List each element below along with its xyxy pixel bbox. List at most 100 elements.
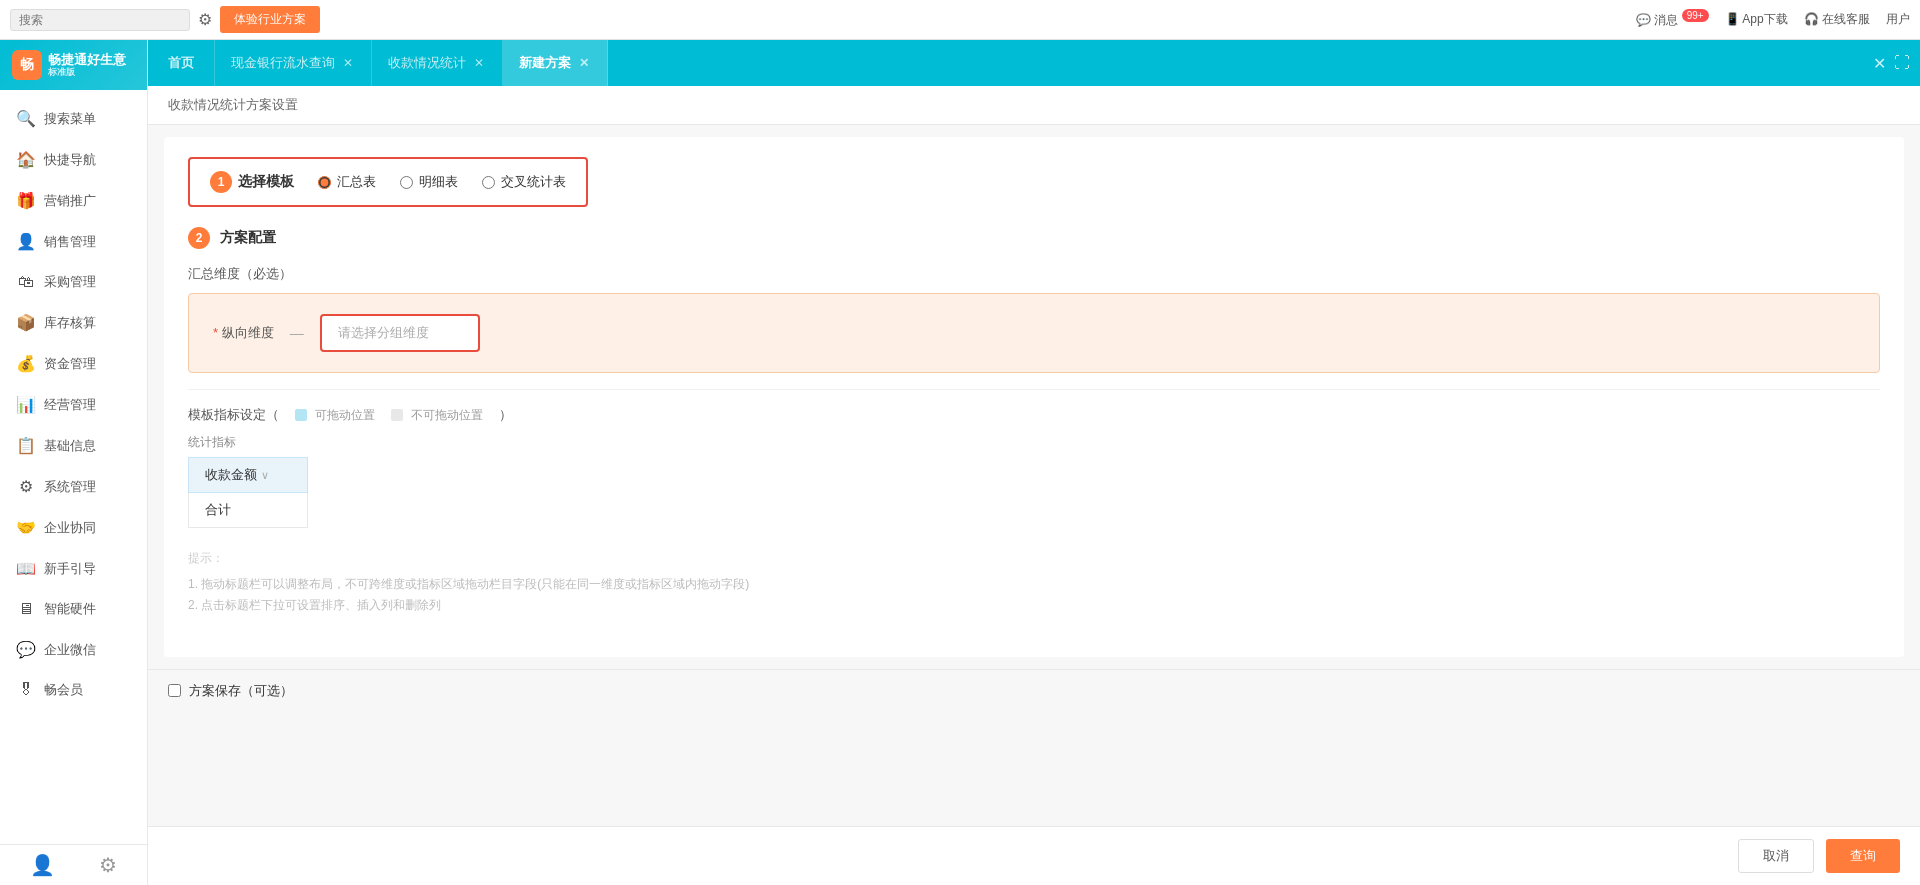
sidebar-item-hardware[interactable]: 🖥 智能硬件 (0, 589, 147, 629)
sidebar-item-label: 经营管理 (44, 396, 96, 414)
stat-header-cell[interactable]: 收款金额 ∨ (188, 457, 308, 493)
sidebar-bottom-icon-1[interactable]: 👤 (30, 853, 55, 877)
cancel-button[interactable]: 取消 (1738, 839, 1814, 873)
online-support[interactable]: 🎧 在线客服 (1804, 11, 1870, 28)
sidebar-item-guide[interactable]: 📖 新手引导 (0, 548, 147, 589)
save-checkbox[interactable] (168, 684, 181, 697)
logo-icon: 畅 (12, 50, 42, 80)
legend-fixed-dot (391, 409, 403, 421)
stat-indicators-label: 统计指标 (188, 434, 1880, 451)
dimension-area: * 纵向维度 — 请选择分组维度 (188, 293, 1880, 373)
tab-maximize-icon[interactable]: ⛶ (1894, 54, 1910, 72)
sales-icon: 👤 (16, 232, 36, 251)
sidebar-item-cooperation[interactable]: 🤝 企业协同 (0, 507, 147, 548)
metric-settings-section: 模板指标设定（ 可拖动位置 不可拖动位置 ） (188, 406, 1880, 528)
stat-table: 统计指标 收款金额 ∨ 合计 (188, 434, 1880, 528)
tip-item-1: 1. 拖动标题栏可以调整布局，不可跨维度或指标区域拖动栏目字段(只能在同一维度或… (188, 574, 1880, 596)
sidebar-item-sales[interactable]: 👤 销售管理 (0, 221, 147, 262)
basic-info-icon: 📋 (16, 436, 36, 455)
step1-section: 1 选择模板 汇总表 明细表 (188, 157, 1880, 207)
wechat-icon: 💬 (16, 640, 36, 659)
member-icon: 🎖 (16, 681, 36, 699)
sidebar: 畅 畅捷通好生意 标准版 🔍 搜索菜单 🏠 快捷导航 🎁 营销推广 👤 销售管理 (0, 40, 148, 885)
main-layout: 畅 畅捷通好生意 标准版 🔍 搜索菜单 🏠 快捷导航 🎁 营销推广 👤 销售管理 (0, 40, 1920, 885)
tab-bar-actions: ✕ ⛶ (1863, 40, 1920, 86)
sidebar-item-label: 销售管理 (44, 233, 96, 251)
sidebar-item-finance[interactable]: 💰 资金管理 (0, 343, 147, 384)
app-download[interactable]: 📱 App下载 (1725, 11, 1788, 28)
sidebar-bottom-icon-2[interactable]: ⚙ (99, 853, 117, 877)
tab-new-plan-close[interactable]: ✕ (577, 54, 591, 72)
sidebar-nav: 🔍 搜索菜单 🏠 快捷导航 🎁 营销推广 👤 销售管理 🛍 采购管理 📦 (0, 90, 147, 844)
sidebar-item-label: 搜索菜单 (44, 110, 96, 128)
notification-item[interactable]: 💬 消息 99+ (1636, 10, 1709, 29)
inventory-icon: 📦 (16, 313, 36, 332)
industry-btn[interactable]: 体验行业方案 (220, 6, 320, 33)
tab-new-plan[interactable]: 新建方案 ✕ (503, 40, 608, 86)
finance-icon: 💰 (16, 354, 36, 373)
sidebar-item-label: 企业协同 (44, 519, 96, 537)
search-menu-icon: 🔍 (16, 109, 36, 128)
step2-title: 方案配置 (220, 229, 276, 247)
sidebar-item-label: 系统管理 (44, 478, 96, 496)
sidebar-item-inventory[interactable]: 📦 库存核算 (0, 302, 147, 343)
sidebar-item-system[interactable]: ⚙ 系统管理 (0, 466, 147, 507)
user-info[interactable]: 用户 (1886, 11, 1910, 28)
top-search-input[interactable] (10, 9, 190, 31)
sidebar-bottom: 👤 ⚙ (0, 844, 147, 885)
column-header-dropdown-icon[interactable]: ∨ (261, 469, 269, 482)
legend-draggable-dot (295, 409, 307, 421)
purchase-icon: 🛍 (16, 273, 36, 291)
sidebar-item-basic-info[interactable]: 📋 基础信息 (0, 425, 147, 466)
gear-icon[interactable]: ⚙ (198, 10, 212, 29)
top-bar: ⚙ 体验行业方案 💬 消息 99+ 📱 App下载 🎧 在线客服 用户 (0, 0, 1920, 40)
top-bar-left: ⚙ 体验行业方案 (10, 6, 320, 33)
step1-header: 1 选择模板 汇总表 明细表 (188, 157, 1880, 207)
sidebar-item-label: 企业微信 (44, 641, 96, 659)
sidebar-item-wechat[interactable]: 💬 企业微信 (0, 629, 147, 670)
metric-legend-fixed: 不可拖动位置 (391, 407, 483, 424)
tip-item-2: 2. 点击标题栏下拉可设置排序、插入列和删除列 (188, 595, 1880, 617)
template-cross-radio[interactable]: 交叉统计表 (482, 173, 566, 191)
dimension-arrow-icon: — (290, 325, 304, 341)
hardware-icon: 🖥 (16, 600, 36, 618)
sidebar-item-marketing[interactable]: 🎁 营销推广 (0, 180, 147, 221)
vertical-dimension-label: * 纵向维度 (213, 324, 274, 342)
metric-legend-draggable: 可拖动位置 (295, 407, 375, 424)
operation-icon: 📊 (16, 395, 36, 414)
page-title: 收款情况统计方案设置 (168, 97, 298, 112)
template-summary-input[interactable] (318, 176, 331, 189)
sidebar-item-label: 营销推广 (44, 192, 96, 210)
template-detail-input[interactable] (400, 176, 413, 189)
save-option: 方案保存（可选） (148, 669, 1920, 712)
metric-settings-label: 模板指标设定（ 可拖动位置 不可拖动位置 ） (188, 406, 1880, 424)
sidebar-item-search-menu[interactable]: 🔍 搜索菜单 (0, 98, 147, 139)
dimension-select[interactable]: 请选择分组维度 (320, 314, 480, 352)
template-selector-box: 1 选择模板 汇总表 明细表 (188, 157, 588, 207)
template-summary-radio[interactable]: 汇总表 (318, 173, 376, 191)
template-cross-input[interactable] (482, 176, 495, 189)
sidebar-item-member[interactable]: 🎖 畅会员 (0, 670, 147, 710)
tab-close-window-icon[interactable]: ✕ (1873, 54, 1886, 73)
footer-actions: 取消 查询 (148, 826, 1920, 885)
logo-area: 畅 畅捷通好生意 标准版 (0, 40, 147, 90)
tab-bank-flow[interactable]: 现金银行流水查询 ✕ (215, 40, 372, 86)
tab-home[interactable]: 首页 (148, 40, 215, 86)
tab-collection-stat-close[interactable]: ✕ (472, 54, 486, 72)
query-button[interactable]: 查询 (1826, 839, 1900, 873)
step2-section: 2 方案配置 汇总维度（必选） * 纵向维度 — (188, 227, 1880, 617)
tab-bank-flow-close[interactable]: ✕ (341, 54, 355, 72)
stat-table-header: 收款金额 ∨ (188, 457, 1880, 493)
sidebar-item-operation[interactable]: 📊 经营管理 (0, 384, 147, 425)
notification-label: 消息 (1654, 13, 1678, 27)
step1-number: 1 (210, 171, 232, 193)
save-option-label: 方案保存（可选） (189, 682, 293, 700)
template-detail-radio[interactable]: 明细表 (400, 173, 458, 191)
marketing-icon: 🎁 (16, 191, 36, 210)
sidebar-item-quick-nav[interactable]: 🏠 快捷导航 (0, 139, 147, 180)
tab-collection-stat[interactable]: 收款情况统计 ✕ (372, 40, 503, 86)
step1-title: 选择模板 (238, 173, 294, 191)
sidebar-item-purchase[interactable]: 🛍 采购管理 (0, 262, 147, 302)
guide-icon: 📖 (16, 559, 36, 578)
logo-text: 畅捷通好生意 标准版 (48, 52, 126, 78)
